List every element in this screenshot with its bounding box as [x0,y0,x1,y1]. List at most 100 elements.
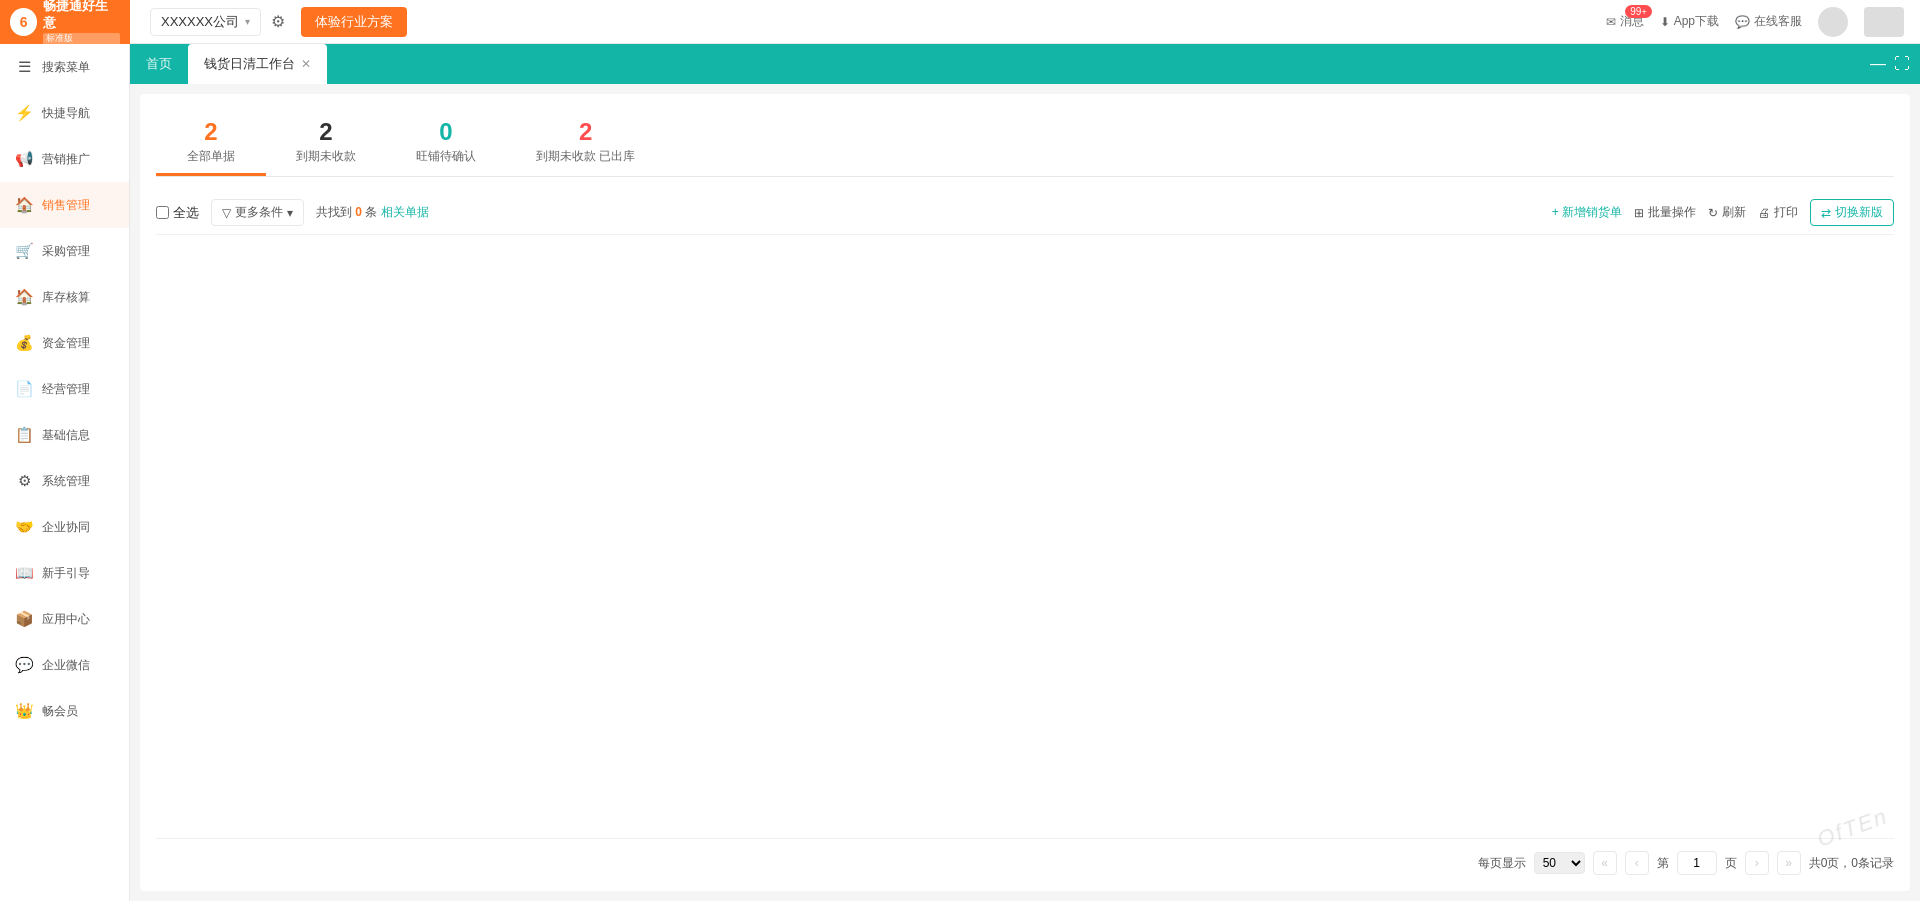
sidebar-item-marketing[interactable]: 📢 营销推广 [0,136,129,182]
stat-tab-overdue[interactable]: 2 到期未收款 [266,110,386,176]
download-icon: ⬇ [1660,15,1670,29]
enterprise-icon: 🤝 [14,517,34,537]
member-icon: 👑 [14,701,34,721]
guide-icon: 📖 [14,563,34,583]
sidebar-item-guide[interactable]: 📖 新手引导 [0,550,129,596]
operations-icon: 📄 [14,379,34,399]
marketing-icon: 📢 [14,149,34,169]
stat-num-pending: 0 [439,118,452,146]
stat-num-overdue-out: 2 [579,118,592,146]
stat-tab-overdue-out[interactable]: 2 到期未收款 已出库 [506,110,665,176]
tab-maximize-button[interactable]: ⛶ [1894,55,1910,73]
refresh-button[interactable]: ↻ 刷新 [1708,204,1746,221]
sidebar-item-wechat[interactable]: 💬 企业微信 [0,642,129,688]
refresh-icon: ↻ [1708,206,1718,220]
inventory-icon: 🏠 [14,287,34,307]
per-page-select[interactable]: 50 100 200 [1534,852,1585,874]
next-page-button[interactable]: › [1745,851,1769,875]
toolbar-right: + 新增销货单 ⊞ 批量操作 ↻ 刷新 🖨 打印 ⇄ 切换新版 [1552,199,1894,226]
switch-icon: ⇄ [1821,206,1831,220]
tab-bar-actions: — ⛶ [1870,55,1920,73]
pagination: 每页显示 50 100 200 « ‹ 第 页 › » 共0页，0条记录 [156,838,1894,875]
top-header: 6 畅捷通好生意 标准版 XXXXXX公司 ▾ ⚙ 体验行业方案 ✉ 消息 99… [0,0,1920,44]
new-sale-button[interactable]: + 新增销货单 [1552,204,1622,221]
sidebar-item-system[interactable]: ⚙ 系统管理 [0,458,129,504]
sidebar-item-sales[interactable]: 🏠 销售管理 [0,182,129,228]
sidebar-item-search-menu[interactable]: ☰ 搜索菜单 [0,44,129,90]
logo-area: 6 畅捷通好生意 标准版 [0,0,130,44]
page-prefix: 第 [1657,855,1669,872]
stat-tab-pending[interactable]: 0 旺铺待确认 [386,110,506,176]
tab-workbench[interactable]: 钱货日清工作台 ✕ [188,44,327,84]
switch-version-button[interactable]: ⇄ 切换新版 [1810,199,1894,226]
logo-text: 畅捷通好生意 标准版 [43,0,120,45]
logo-icon: 6 [10,8,37,36]
user-menu[interactable] [1864,7,1904,37]
sidebar-item-purchase[interactable]: 🛒 采购管理 [0,228,129,274]
service-icon: 💬 [1735,15,1750,29]
industry-button[interactable]: 体验行业方案 [301,7,407,37]
sidebar-item-enterprise[interactable]: 🤝 企业协同 [0,504,129,550]
stat-label-pending: 旺铺待确认 [416,148,476,165]
page-suffix: 页 [1725,855,1737,872]
stat-num-overdue: 2 [319,118,332,146]
content-area: 2 全部单据 2 到期未收款 0 旺铺待确认 2 到期未收款 已出库 全选 [140,94,1910,891]
tab-close-icon[interactable]: ✕ [301,57,311,71]
stats-tabs: 2 全部单据 2 到期未收款 0 旺铺待确认 2 到期未收款 已出库 [156,110,1894,177]
checkbox-input[interactable] [156,206,169,219]
page-input[interactable] [1677,851,1717,875]
select-all-checkbox[interactable]: 全选 [156,204,199,222]
stat-num-all: 2 [204,118,217,146]
found-text: 共找到 0 条 相关单据 [316,204,429,221]
sidebar-item-operations[interactable]: 📄 经营管理 [0,366,129,412]
basic-info-icon: 📋 [14,425,34,445]
online-service-button[interactable]: 💬 在线客服 [1735,13,1802,30]
message-button[interactable]: ✉ 消息 99+ [1606,13,1644,30]
chevron-down-icon: ▾ [245,16,250,27]
system-icon: ⚙ [14,471,34,491]
header-right: ✉ 消息 99+ ⬇ App下载 💬 在线客服 [1606,7,1904,37]
stat-label-overdue: 到期未收款 [296,148,356,165]
avatar[interactable] [1818,7,1848,37]
batch-icon: ⊞ [1634,206,1644,220]
print-icon: 🖨 [1758,206,1770,220]
total-label: 共0页，0条记录 [1809,855,1894,872]
found-count: 0 [355,205,362,219]
app-center-icon: 📦 [14,609,34,629]
company-name: XXXXXX公司 [161,13,239,31]
main-content: 2 全部单据 2 到期未收款 0 旺铺待确认 2 到期未收款 已出库 全选 [130,84,1920,901]
sidebar-item-quick-nav[interactable]: ⚡ 快捷导航 [0,90,129,136]
tab-home[interactable]: 首页 [130,44,188,84]
stat-tab-all[interactable]: 2 全部单据 [156,110,266,176]
chevron-filter-icon: ▾ [287,206,293,220]
per-page-label: 每页显示 [1478,855,1526,872]
message-icon: ✉ [1606,15,1616,29]
print-button[interactable]: 🖨 打印 [1758,204,1798,221]
toolbar-left: 全选 ▽ 更多条件 ▾ 共找到 0 条 相关单据 [156,199,429,226]
toolbar: 全选 ▽ 更多条件 ▾ 共找到 0 条 相关单据 + 新增销货单 ⊞ [156,191,1894,235]
sales-icon: 🏠 [14,195,34,215]
filter-button[interactable]: ▽ 更多条件 ▾ [211,199,304,226]
filter-icon: ▽ [222,206,231,220]
tab-minimize-button[interactable]: — [1870,55,1886,73]
sidebar-item-inventory[interactable]: 🏠 库存核算 [0,274,129,320]
purchase-icon: 🛒 [14,241,34,261]
prev-page-button[interactable]: ‹ [1625,851,1649,875]
stat-label-all: 全部单据 [187,148,235,165]
stat-label-overdue-out: 到期未收款 已出库 [536,148,635,165]
batch-op-button[interactable]: ⊞ 批量操作 [1634,204,1696,221]
first-page-button[interactable]: « [1593,851,1617,875]
sidebar: ☰ 搜索菜单 ⚡ 快捷导航 📢 营销推广 🏠 销售管理 🛒 采购管理 🏠 库存核… [0,44,130,901]
sidebar-item-finance[interactable]: 💰 资金管理 [0,320,129,366]
search-menu-icon: ☰ [14,57,34,77]
app-download-button[interactable]: ⬇ App下载 [1660,13,1719,30]
finance-icon: 💰 [14,333,34,353]
last-page-button[interactable]: » [1777,851,1801,875]
settings-button[interactable]: ⚙ [271,12,285,31]
sidebar-item-app-center[interactable]: 📦 应用中心 [0,596,129,642]
tab-bar: 首页 钱货日清工作台 ✕ — ⛶ [130,44,1920,84]
sidebar-item-basic-info[interactable]: 📋 基础信息 [0,412,129,458]
company-selector[interactable]: XXXXXX公司 ▾ [150,8,261,36]
sidebar-item-member[interactable]: 👑 畅会员 [0,688,129,734]
table-area [156,243,1894,838]
